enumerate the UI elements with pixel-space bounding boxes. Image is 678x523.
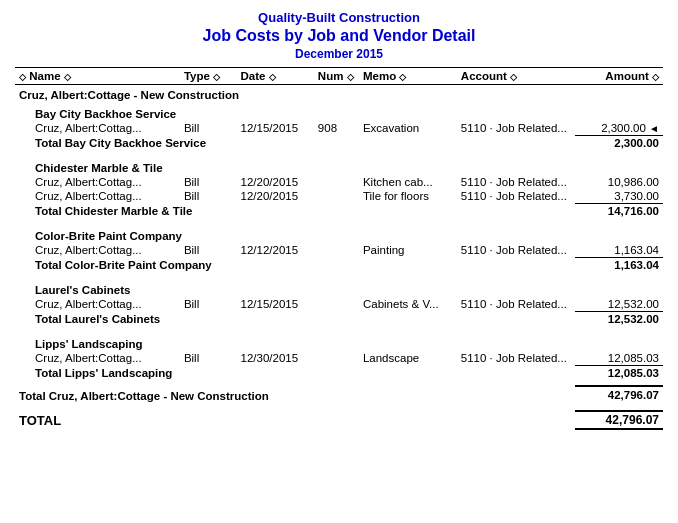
report-title: Quality-Built Construction xyxy=(15,10,663,25)
table-row: Cruz, Albert:Cottag... Bill 12/15/2015 C… xyxy=(15,297,663,312)
vendor-header: Chidester Marble & Tile xyxy=(15,156,663,175)
vendor-header: Bay City Backhoe Service xyxy=(15,102,663,121)
col-header-num: Num ◇ xyxy=(314,68,359,85)
col-header-amount: Amount ◇ xyxy=(575,68,663,85)
vendor-subtotal: Total Color-Brite Paint Company 1,163.04 xyxy=(15,258,663,273)
table-row: Cruz, Albert:Cottag... Bill 12/20/2015 K… xyxy=(15,175,663,189)
col-header-type: Type ◇ xyxy=(180,68,237,85)
vendor-subtotal: Total Bay City Backhoe Service 2,300.00 xyxy=(15,136,663,151)
grand-total-row: TOTAL 42,796.07 xyxy=(15,411,663,429)
vendor-subtotal: Total Laurel's Cabinets 12,532.00 xyxy=(15,312,663,327)
table-row: Cruz, Albert:Cottag... Bill 12/20/2015 T… xyxy=(15,189,663,204)
col-header-date: Date ◇ xyxy=(237,68,314,85)
vendor-header: Laurel's Cabinets xyxy=(15,278,663,297)
col-header-name: ◇ Name ◇ xyxy=(15,68,180,85)
vendor-subtotal: Total Lipps' Landscaping 12,085.03 xyxy=(15,366,663,381)
table-row: Cruz, Albert:Cottag... Bill 12/30/2015 L… xyxy=(15,351,663,366)
col-header-account: Account ◇ xyxy=(457,68,576,85)
col-header-memo: Memo ◇ xyxy=(359,68,457,85)
report-period: December 2015 xyxy=(15,47,663,61)
spacer-row xyxy=(15,403,663,411)
job-group-header: Cruz, Albert:Cottage - New Construction xyxy=(15,85,663,103)
vendor-header: Lipps' Landscaping xyxy=(15,332,663,351)
report-subtitle: Job Costs by Job and Vendor Detail xyxy=(15,27,663,45)
table-row: Cruz, Albert:Cottag... Bill 12/12/2015 P… xyxy=(15,243,663,258)
table-row: Cruz, Albert:Cottag... Bill 12/15/2015 9… xyxy=(15,121,663,136)
vendor-header: Color-Brite Paint Company xyxy=(15,224,663,243)
job-total-row: Total Cruz, Albert:Cottage - New Constru… xyxy=(15,386,663,403)
vendor-subtotal: Total Chidester Marble & Tile 14,716.00 xyxy=(15,204,663,219)
